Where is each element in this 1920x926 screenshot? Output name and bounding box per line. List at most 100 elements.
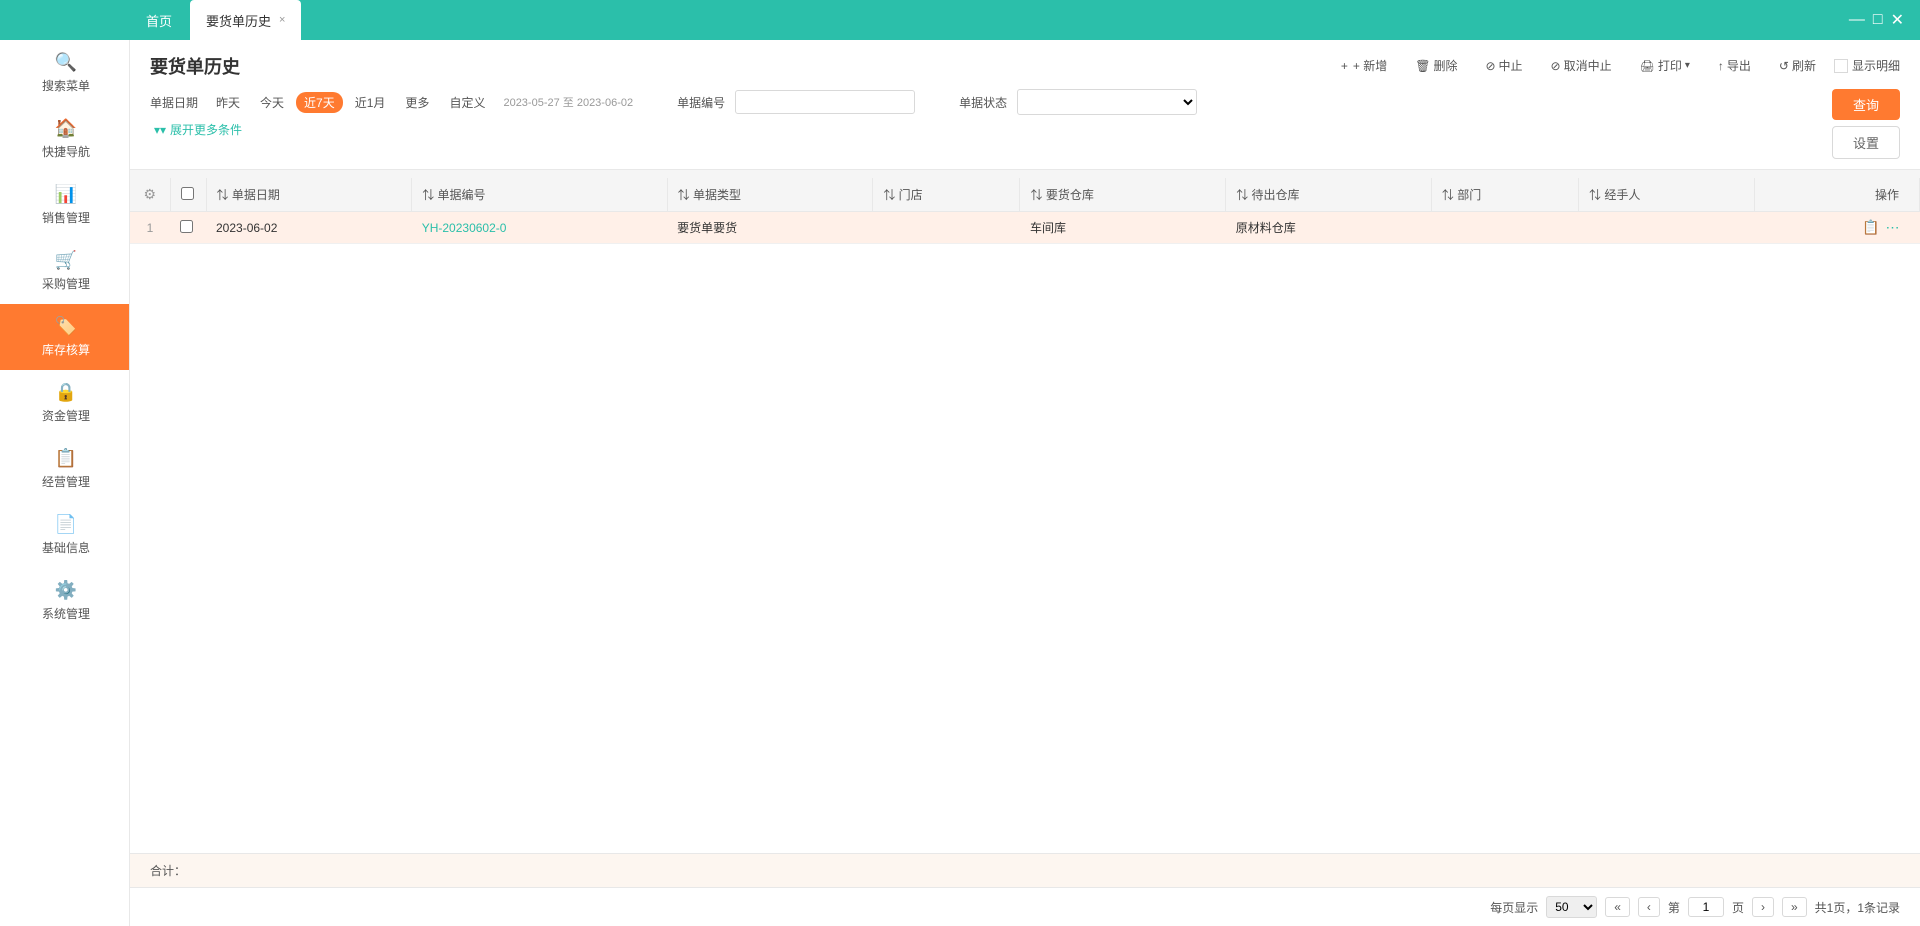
purchase-mgmt-icon: 🛒 — [55, 250, 77, 271]
print-button[interactable]: 🖨 打印 ▾ — [1630, 52, 1700, 79]
page-label: 第 — [1668, 899, 1680, 916]
refresh-icon: ↺ — [1779, 59, 1789, 73]
expand-icon: ▾▾ — [154, 123, 166, 137]
new-icon: + — [1341, 59, 1348, 73]
sidebar-item-sales-mgmt[interactable]: 📊 销售管理 — [0, 172, 129, 238]
date-custom[interactable]: 自定义 — [441, 92, 493, 113]
table-row[interactable]: 1 2023-06-02 YH-20230602-0 要货单要货 车间库 原材料… — [130, 212, 1920, 244]
sidebar-item-inventory[interactable]: 🏷️ 库存核算 — [0, 304, 129, 370]
tab-close-icon[interactable]: × — [279, 14, 285, 26]
sidebar-item-label: 基础信息 — [42, 539, 90, 556]
first-page-btn[interactable]: « — [1605, 897, 1630, 917]
col-handler[interactable]: ⇅ 经手人 — [1579, 178, 1755, 212]
delete-icon: 🗑 — [1415, 59, 1430, 73]
display-cells-button[interactable]: 显示明细 — [1834, 57, 1900, 74]
finance-mgmt-icon: 🔒 — [55, 382, 77, 403]
date-1month[interactable]: 近1月 — [347, 92, 394, 113]
col-checkbox — [170, 178, 206, 212]
pagination-bar: 每页显示 50 100 200 « ‹ 第 页 › » 共1页，1条记录 — [130, 887, 1920, 926]
expand-label: 展开更多条件 — [170, 121, 242, 138]
bill-no-input[interactable] — [735, 90, 915, 114]
sys-mgmt-icon: ⚙️ — [55, 580, 77, 601]
main-layout: 🔍 搜索菜单 🏠 快捷导航 📊 销售管理 🛒 采购管理 🏷️ 库存核算 🔒 资金… — [0, 40, 1920, 926]
sidebar-item-sys-mgmt[interactable]: ⚙️ 系统管理 — [0, 568, 129, 634]
setting-button[interactable]: 设置 — [1832, 126, 1900, 159]
print-icon: 🖨 — [1640, 59, 1655, 73]
sidebar-item-label: 系统管理 — [42, 605, 90, 622]
sidebar-item-finance-mgmt[interactable]: 🔒 资金管理 — [0, 370, 129, 436]
sidebar-item-quick-nav[interactable]: 🏠 快捷导航 — [0, 106, 129, 172]
page-size-select[interactable]: 50 100 200 — [1546, 896, 1597, 918]
sidebar-item-ops-mgmt[interactable]: 📋 经营管理 — [0, 436, 129, 502]
col-bill-type[interactable]: ⇅ 单据类型 — [667, 178, 873, 212]
data-table: ⚙ ⇅ 单据日期 ⇅ 单据编号 ⇅ 单据类型 — [130, 178, 1920, 244]
page-title: 要货单历史 — [150, 53, 240, 79]
filter-main: 单据日期 昨天 今天 近7天 近1月 更多 自定义 2023-05-27 至 2… — [150, 89, 1812, 138]
active-tab[interactable]: 要货单历史 × — [190, 0, 301, 40]
sidebar-item-label: 库存核算 — [42, 341, 90, 358]
settings-icon[interactable]: ⚙ — [143, 186, 156, 202]
stop-button[interactable]: ⊘ 中止 — [1475, 52, 1532, 79]
stop-icon: ⊘ — [1485, 59, 1495, 73]
filter-row-1: 单据日期 昨天 今天 近7天 近1月 更多 自定义 2023-05-27 至 2… — [150, 89, 1812, 115]
row-edit-icon[interactable]: 📋 — [1862, 219, 1879, 236]
cell-store — [873, 212, 1020, 244]
col-date[interactable]: ⇅ 单据日期 — [206, 178, 412, 212]
top-bar: 首页 要货单历史 × — □ ✕ — [0, 0, 1920, 40]
row-more-icon[interactable]: ⋯ — [1886, 219, 1900, 236]
refresh-button[interactable]: ↺ 刷新 — [1769, 52, 1826, 79]
page-header: 要货单历史 + + 新增 🗑 删除 ⊘ 中止 ⊘ — [130, 40, 1920, 170]
date-yesterday[interactable]: 昨天 — [208, 92, 248, 113]
col-settings[interactable]: ⚙ — [130, 178, 170, 212]
bill-status-select[interactable] — [1017, 89, 1197, 115]
date-more[interactable]: 更多 — [397, 92, 437, 113]
col-req-warehouse[interactable]: ⇅ 要货仓库 — [1020, 178, 1226, 212]
row-num: 1 — [130, 212, 170, 244]
col-department[interactable]: ⇅ 部门 — [1431, 178, 1578, 212]
export-icon: ↑ — [1718, 59, 1724, 73]
sales-mgmt-icon: 📊 — [55, 184, 77, 205]
expand-more-btn[interactable]: ▾▾ 展开更多条件 — [150, 121, 1812, 138]
bill-no-link[interactable]: YH-20230602-0 — [422, 221, 507, 235]
last-page-btn[interactable]: » — [1782, 897, 1807, 917]
date-7days[interactable]: 近7天 — [296, 92, 343, 113]
window-controls: — □ ✕ — [1849, 10, 1904, 30]
inventory-icon: 🏷️ — [55, 316, 77, 337]
query-button[interactable]: 查询 — [1832, 89, 1900, 120]
date-today[interactable]: 今天 — [252, 92, 292, 113]
filter-actions: 查询 设置 — [1832, 89, 1900, 159]
display-cells-checkbox-icon — [1834, 59, 1848, 73]
cell-bill-type: 要货单要货 — [667, 212, 873, 244]
col-store[interactable]: ⇅ 门店 — [873, 178, 1020, 212]
export-button[interactable]: ↑ 导出 — [1708, 52, 1761, 79]
current-page-input[interactable] — [1688, 897, 1724, 917]
sidebar-item-purchase-mgmt[interactable]: 🛒 采购管理 — [0, 238, 129, 304]
window-close-icon[interactable]: ✕ — [1891, 10, 1904, 30]
cell-handler — [1579, 212, 1755, 244]
col-bill-no[interactable]: ⇅ 单据编号 — [412, 178, 667, 212]
window-min-icon[interactable]: — — [1849, 11, 1865, 29]
page-suffix: 页 — [1732, 899, 1744, 916]
total-label: 合计： — [150, 862, 186, 879]
new-button[interactable]: + + 新增 — [1331, 52, 1397, 79]
bill-status-label: 单据状态 — [959, 94, 1007, 111]
row-checkbox — [170, 212, 206, 244]
cancel-stop-icon: ⊘ — [1551, 59, 1561, 73]
toolbar: + + 新增 🗑 删除 ⊘ 中止 ⊘ 取消中止 — [1331, 52, 1900, 79]
prev-page-btn[interactable]: ‹ — [1638, 897, 1660, 917]
sidebar-item-basic-info[interactable]: 📄 基础信息 — [0, 502, 129, 568]
tab-label: 要货单历史 — [206, 11, 271, 30]
row-select-checkbox[interactable] — [180, 220, 193, 233]
bill-no-label: 单据编号 — [677, 94, 725, 111]
sidebar-item-label: 资金管理 — [42, 407, 90, 424]
cancel-stop-button[interactable]: ⊘ 取消中止 — [1541, 52, 1622, 79]
page-size-label: 每页显示 — [1490, 899, 1538, 916]
next-page-btn[interactable]: › — [1752, 897, 1774, 917]
home-tab[interactable]: 首页 — [130, 0, 188, 40]
col-pending-warehouse[interactable]: ⇅ 待出仓库 — [1226, 178, 1432, 212]
cell-action: 📋 ⋯ — [1755, 212, 1920, 244]
sidebar-item-search-menu[interactable]: 🔍 搜索菜单 — [0, 40, 129, 106]
select-all-checkbox[interactable] — [181, 187, 194, 200]
window-max-icon[interactable]: □ — [1873, 11, 1883, 29]
delete-button[interactable]: 🗑 删除 — [1405, 52, 1467, 79]
